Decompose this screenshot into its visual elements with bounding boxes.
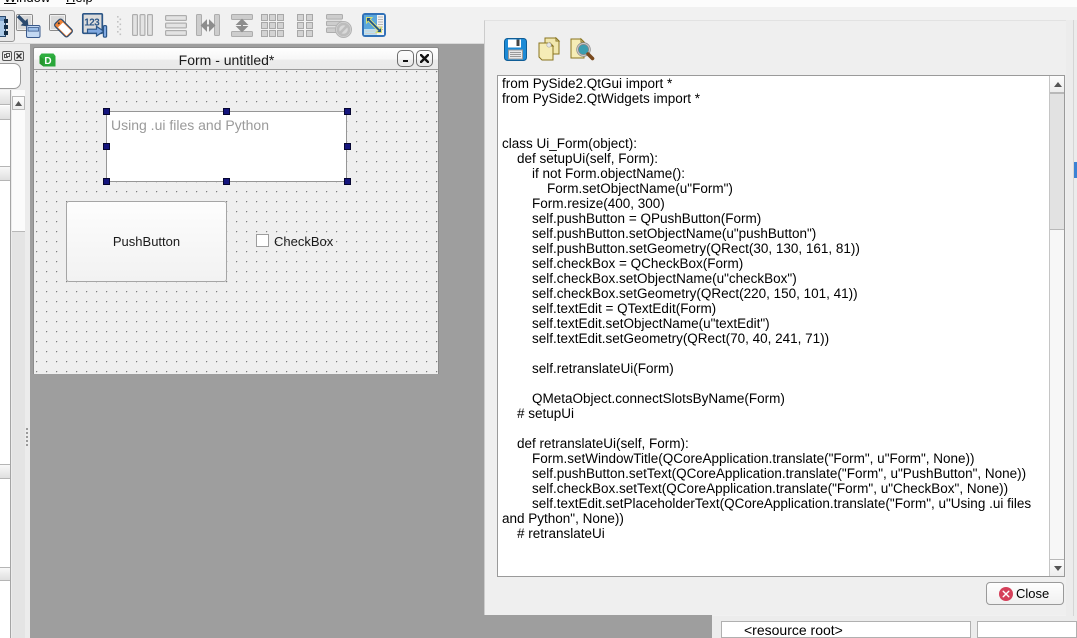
svg-text:D: D (44, 56, 51, 67)
